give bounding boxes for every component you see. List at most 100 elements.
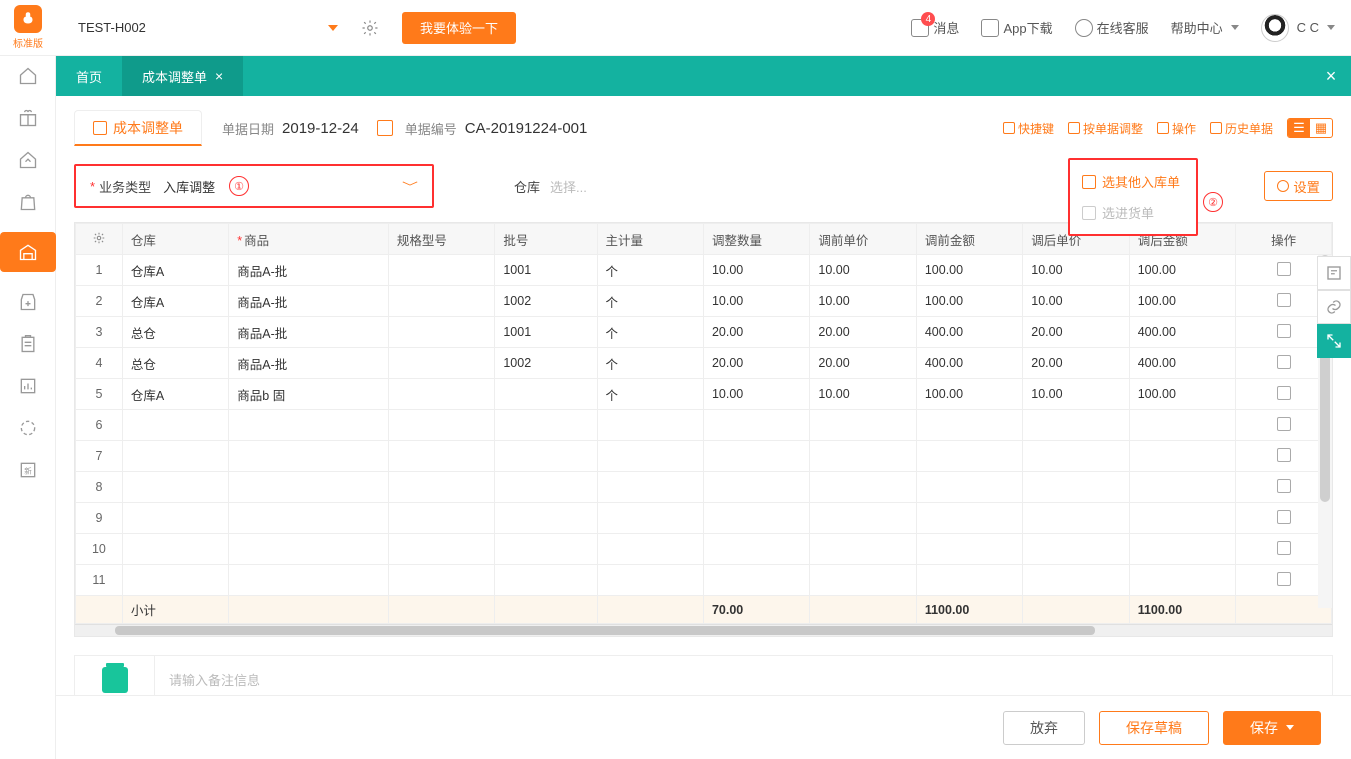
float-note-icon[interactable] (1317, 256, 1351, 290)
nav-gift-icon[interactable] (16, 106, 40, 130)
nav-bag-icon[interactable] (16, 190, 40, 214)
delete-icon[interactable] (1277, 293, 1291, 307)
nav-house-up-icon[interactable] (16, 148, 40, 172)
side-nav: 新 (0, 56, 56, 759)
delete-icon[interactable] (1277, 355, 1291, 369)
tenant-settings-button[interactable] (358, 16, 382, 40)
view-toggle: ☰ ▦ (1287, 118, 1333, 138)
hotkey-icon (1003, 122, 1015, 134)
trial-button[interactable]: 我要体验一下 (402, 12, 516, 44)
adjust-by-doc-link[interactable]: 按单据调整 (1068, 120, 1143, 137)
ops-link[interactable]: 操作 (1157, 120, 1196, 137)
nav-sync-icon[interactable] (16, 416, 40, 440)
delete-icon[interactable] (1277, 572, 1291, 586)
grid-view-button[interactable]: ▦ (1310, 119, 1332, 137)
col-pre-price[interactable]: 调前单价 (810, 224, 916, 255)
opt-other-inbound[interactable]: 选其他入库单 (1070, 166, 1196, 197)
delete-icon[interactable] (1277, 510, 1291, 524)
table-row[interactable]: 10 (76, 534, 1332, 565)
save-button[interactable]: 保存 (1223, 711, 1321, 745)
col-pre-amount[interactable]: 调前金额 (916, 224, 1022, 255)
table-row[interactable]: 3总仓商品A-批1001个20.0020.00400.0020.00400.00 (76, 317, 1332, 348)
table-row[interactable]: 7 (76, 441, 1332, 472)
delete-icon[interactable] (1277, 479, 1291, 493)
table-row[interactable]: 5仓库A商品b 固个10.0010.00100.0010.00100.00 (76, 379, 1332, 410)
annotation-2: ② (1203, 192, 1223, 212)
float-expand-icon[interactable] (1317, 324, 1351, 358)
app-download-link[interactable]: App下载 (981, 18, 1052, 37)
date-label: 单据日期 (222, 119, 274, 138)
nav-new-icon[interactable]: 新 (16, 458, 40, 482)
messages-label: 消息 (933, 18, 959, 37)
source-doc-dropdown: 选其他入库单 选进货单 (1068, 158, 1198, 236)
nav-report-icon[interactable] (16, 374, 40, 398)
doc-no-value: CA-20191224-001 (465, 120, 588, 137)
main: 首页 成本调整单 × × 成本调整单 单据日期 2019-12-24 单据编号 (56, 56, 1351, 759)
col-warehouse[interactable]: 仓库 (122, 224, 228, 255)
logo[interactable]: 标准版 (0, 5, 56, 50)
messages-link[interactable]: 4 消息 (911, 18, 959, 37)
close-all-tabs-button[interactable]: × (1311, 56, 1351, 96)
delete-icon[interactable] (1277, 324, 1291, 338)
discard-button[interactable]: 放弃 (1003, 711, 1085, 745)
nav-warehouse-icon[interactable] (0, 232, 56, 272)
phone-icon (981, 19, 999, 37)
doc-header: 成本调整单 单据日期 2019-12-24 单据编号 CA-20191224-0… (74, 110, 1333, 146)
page-content: 成本调整单 单据日期 2019-12-24 单据编号 CA-20191224-0… (56, 96, 1351, 759)
doc-icon (1082, 206, 1096, 220)
delete-icon[interactable] (1277, 448, 1291, 462)
table-row[interactable]: 2仓库A商品A-批1002个10.0010.00100.0010.00100.0… (76, 286, 1332, 317)
headset-icon (1075, 19, 1093, 37)
shortcut-link[interactable]: 快捷键 (1003, 120, 1054, 137)
col-spec[interactable]: 规格型号 (388, 224, 494, 255)
col-product[interactable]: *商品 (229, 224, 389, 255)
top-header: 标准版 TEST-H002 我要体验一下 4 消息 App下载 在线客服 帮助中… (0, 0, 1351, 56)
calendar-icon[interactable] (377, 120, 393, 136)
table-row[interactable]: 8 (76, 472, 1332, 503)
col-batch[interactable]: 批号 (495, 224, 597, 255)
nav-clipboard-icon[interactable] (16, 332, 40, 356)
nav-home-icon[interactable] (16, 64, 40, 88)
list-view-button[interactable]: ☰ (1288, 119, 1310, 137)
avatar[interactable] (1261, 14, 1289, 42)
table-row[interactable]: 4总仓商品A-批1002个20.0020.00400.0020.00400.00 (76, 348, 1332, 379)
table-row[interactable]: 6 (76, 410, 1332, 441)
col-gear[interactable] (76, 224, 123, 255)
table-row[interactable]: 11 (76, 565, 1332, 596)
chevron-down-icon: ﹀ (402, 178, 418, 195)
warehouse-select[interactable]: 仓库 选择... (514, 177, 587, 196)
help-center-link[interactable]: 帮助中心 (1171, 18, 1239, 37)
adjust-icon (1068, 122, 1080, 134)
delete-icon[interactable] (1277, 262, 1291, 276)
annotation-1: ① (229, 176, 249, 196)
save-draft-button[interactable]: 保存草稿 (1099, 711, 1209, 745)
table-row[interactable]: 1仓库A商品A-批1001个10.0010.00100.0010.00100.0… (76, 255, 1332, 286)
biz-type-select[interactable]: * 业务类型 入库调整 ① ﹀ (74, 164, 434, 208)
column-settings-button[interactable]: 设置 (1264, 171, 1333, 201)
nav-money-icon[interactable] (16, 290, 40, 314)
float-link-icon[interactable] (1317, 290, 1351, 324)
delete-icon[interactable] (1277, 386, 1291, 400)
logo-icon (14, 5, 42, 33)
history-link[interactable]: 历史单据 (1210, 120, 1273, 137)
tabs-bar: 首页 成本调整单 × × (56, 56, 1351, 96)
close-icon[interactable]: × (215, 69, 223, 83)
delete-icon[interactable] (1277, 417, 1291, 431)
tenant-select[interactable]: TEST-H002 (68, 12, 348, 44)
date-value[interactable]: 2019-12-24 (282, 120, 359, 137)
tab-home[interactable]: 首页 (56, 56, 122, 96)
table-row[interactable]: 9 (76, 503, 1332, 534)
doc-actions: 快捷键 按单据调整 操作 历史单据 ☰ ▦ (1003, 118, 1333, 138)
gear-icon (1277, 180, 1289, 192)
doc-no-label: 单据编号 (405, 119, 457, 138)
col-unit[interactable]: 主计量 (597, 224, 703, 255)
horizontal-scrollbar[interactable] (75, 624, 1332, 636)
tab-cost-adjust[interactable]: 成本调整单 × (122, 56, 243, 96)
opt-purchase: 选进货单 (1070, 197, 1196, 228)
delete-icon[interactable] (1277, 541, 1291, 555)
col-adj-qty[interactable]: 调整数量 (703, 224, 809, 255)
online-service-link[interactable]: 在线客服 (1075, 18, 1149, 37)
subtotal-row: 小计 70.00 1100.00 1100.00 (76, 596, 1332, 624)
doc-title-tab[interactable]: 成本调整单 (74, 110, 202, 146)
user-menu[interactable]: C C (1297, 20, 1335, 35)
